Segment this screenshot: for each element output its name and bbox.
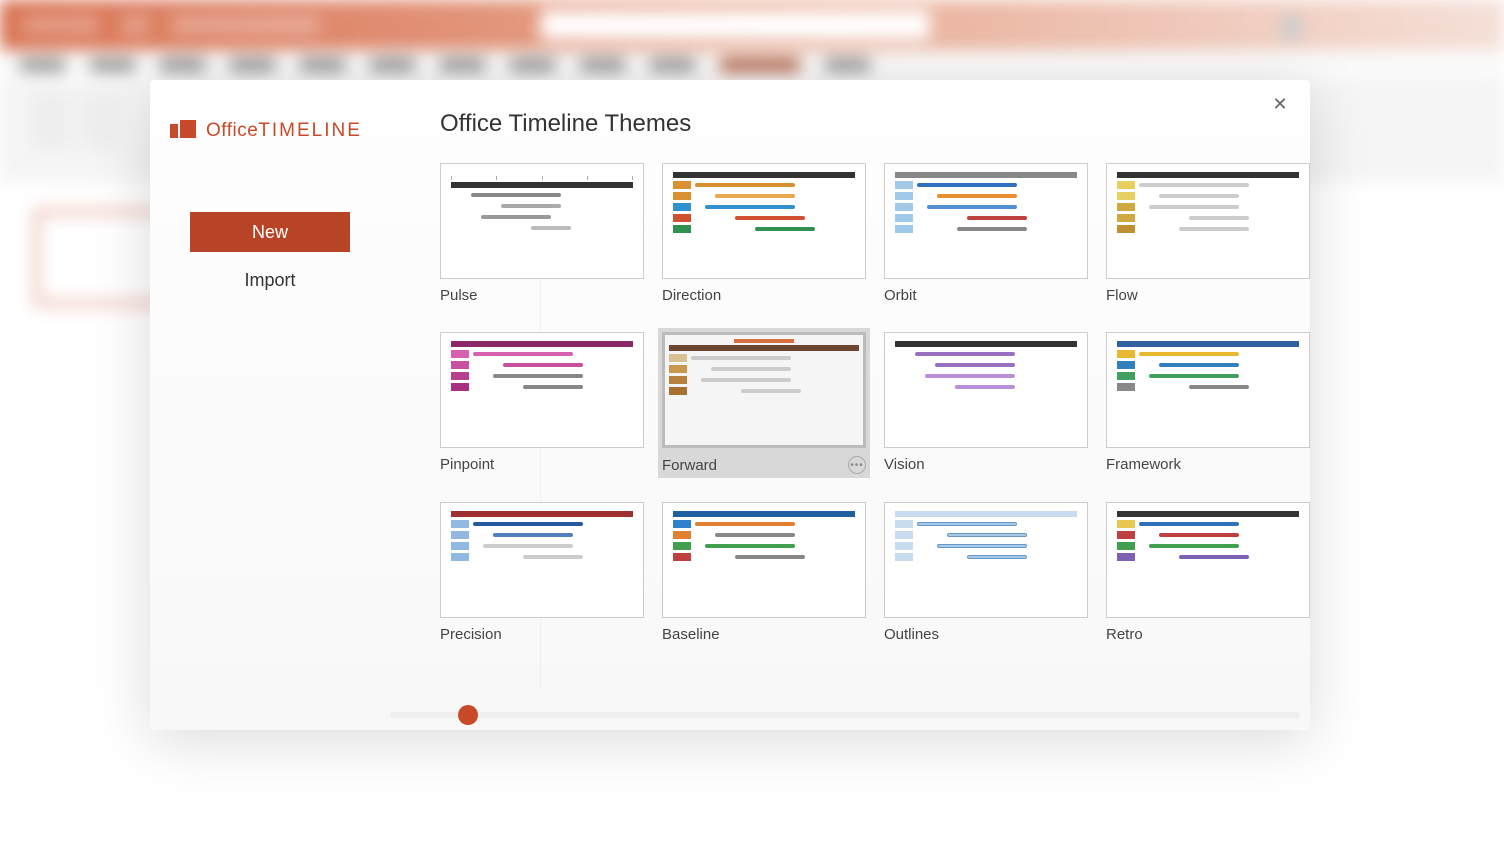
new-button[interactable]: New bbox=[190, 212, 350, 252]
theme-card-pinpoint[interactable]: Pinpoint bbox=[440, 332, 644, 474]
theme-thumbnail bbox=[662, 502, 866, 618]
ellipsis-icon: ••• bbox=[850, 460, 864, 471]
theme-thumbnail bbox=[1106, 332, 1310, 448]
theme-label: Forward bbox=[662, 457, 717, 474]
theme-thumbnail bbox=[662, 163, 866, 279]
theme-thumbnail bbox=[884, 332, 1088, 448]
theme-label: Pulse bbox=[440, 287, 478, 304]
page-title: Office Timeline Themes bbox=[440, 110, 1300, 138]
theme-card-pulse[interactable]: Pulse bbox=[440, 163, 644, 304]
app-logo: OfficeTIMELINE bbox=[170, 120, 362, 142]
theme-thumbnail bbox=[884, 163, 1088, 279]
logo-text-suffix: TIMELINE bbox=[258, 120, 362, 141]
theme-thumbnail bbox=[1106, 502, 1310, 618]
theme-label: Orbit bbox=[884, 287, 917, 304]
theme-label: Precision bbox=[440, 626, 502, 643]
theme-thumbnail bbox=[1106, 163, 1310, 279]
import-button[interactable]: Import bbox=[190, 260, 350, 300]
theme-card-direction[interactable]: Direction bbox=[662, 163, 866, 304]
theme-label: Flow bbox=[1106, 287, 1138, 304]
theme-card-forward[interactable]: Forward ••• bbox=[658, 328, 870, 478]
sidebar: OfficeTIMELINE New Import bbox=[150, 80, 390, 730]
theme-card-precision[interactable]: Precision bbox=[440, 502, 644, 643]
more-options-button[interactable]: ••• bbox=[848, 456, 866, 474]
content-area: Office Timeline Themes Pulse bbox=[390, 80, 1310, 730]
theme-label: Baseline bbox=[662, 626, 720, 643]
theme-card-flow[interactable]: Flow bbox=[1106, 163, 1310, 304]
theme-card-orbit[interactable]: Orbit bbox=[884, 163, 1088, 304]
theme-thumbnail bbox=[884, 502, 1088, 618]
logo-icon bbox=[170, 120, 196, 142]
theme-card-retro[interactable]: Retro bbox=[1106, 502, 1310, 643]
theme-picker-dialog: ✕ OfficeTIMELINE New Import Office Timel… bbox=[150, 80, 1310, 730]
theme-label: Framework bbox=[1106, 456, 1181, 473]
theme-thumbnail bbox=[440, 163, 644, 279]
horizontal-scrollbar[interactable] bbox=[390, 712, 1300, 718]
scrollbar-thumb[interactable] bbox=[458, 705, 478, 725]
theme-thumbnail bbox=[440, 502, 644, 618]
theme-card-vision[interactable]: Vision bbox=[884, 332, 1088, 474]
theme-card-framework[interactable]: Framework bbox=[1106, 332, 1310, 474]
theme-thumbnail bbox=[440, 332, 644, 448]
theme-card-outlines[interactable]: Outlines bbox=[884, 502, 1088, 643]
theme-label: Pinpoint bbox=[440, 456, 494, 473]
theme-card-baseline[interactable]: Baseline bbox=[662, 502, 866, 643]
theme-label: Retro bbox=[1106, 626, 1143, 643]
theme-thumbnail bbox=[662, 332, 866, 448]
themes-grid: Pulse Direction bbox=[440, 163, 1300, 643]
logo-text-prefix: Office bbox=[206, 120, 258, 141]
theme-label: Direction bbox=[662, 287, 721, 304]
theme-label: Outlines bbox=[884, 626, 939, 643]
theme-label: Vision bbox=[884, 456, 925, 473]
